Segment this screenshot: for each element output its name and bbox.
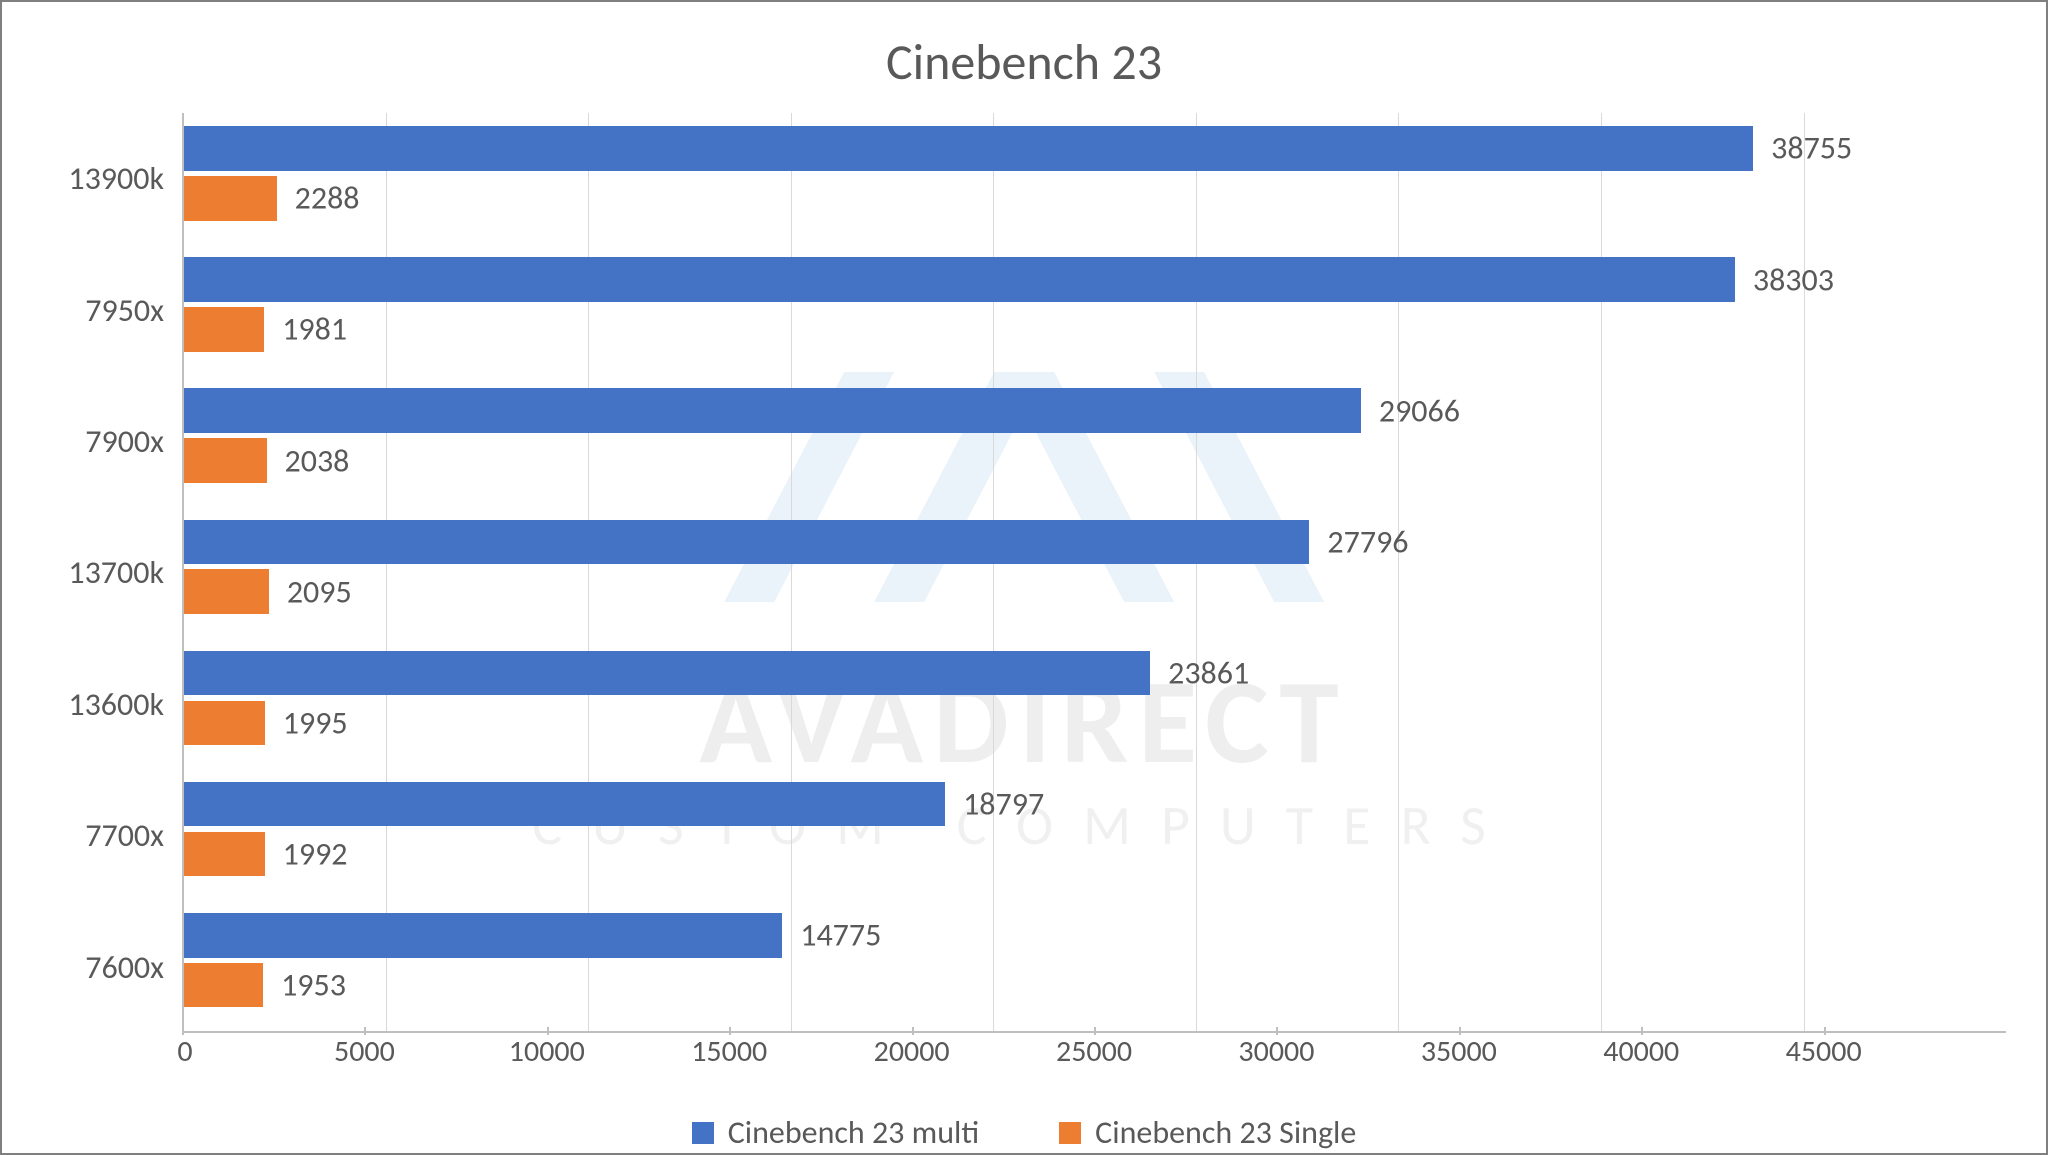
bar-single: 1992 <box>184 832 265 877</box>
bar-value-single: 2038 <box>285 441 350 480</box>
bar-group: 14775 1953 <box>184 900 2006 1031</box>
legend-swatch-multi-icon <box>692 1122 714 1144</box>
bar-value-single: 2095 <box>287 572 352 611</box>
x-axis-tick: 15000 <box>691 1033 767 1070</box>
y-axis-label: 7600x <box>42 902 182 1033</box>
x-axis-tick: 35000 <box>1421 1033 1497 1070</box>
bar-group: 38303 1981 <box>184 244 2006 375</box>
bar-value-multi: 23861 <box>1168 653 1249 692</box>
bar-group: 277962095 <box>184 506 2006 637</box>
bar-single: 1953 <box>184 963 263 1008</box>
bar-multi: 29066 <box>184 388 1361 433</box>
legend-item-multi: Cinebench 23 multi <box>692 1113 979 1152</box>
bar-single: 2038 <box>184 438 267 483</box>
x-axis-tick: 0 <box>177 1033 192 1070</box>
x-axis-tick: 40000 <box>1603 1033 1679 1070</box>
bar-value-single: 1953 <box>281 966 346 1005</box>
bar-group: 23861 1995 <box>184 638 2006 769</box>
chart-body: 13900k7950x7900x13700k13600k7700x7600x 3… <box>42 113 2006 1033</box>
bar-multi: 38755 <box>184 126 1753 171</box>
x-axis-tick: 30000 <box>1238 1033 1314 1070</box>
y-axis-label: 13700k <box>42 507 182 638</box>
y-axis-label: 7700x <box>42 770 182 901</box>
bar-value-multi: 38303 <box>1753 260 1834 299</box>
bar-value-single: 1995 <box>283 703 348 742</box>
bar-value-multi: 14775 <box>800 916 881 955</box>
bar-single: 2095 <box>184 569 269 614</box>
chart-title: Cinebench 23 <box>42 32 2006 93</box>
x-axis: 0500010000150002000025000300003500040000… <box>182 1033 2006 1073</box>
bar-single: 1995 <box>184 701 265 746</box>
bar-value-single: 1981 <box>282 310 347 349</box>
bar-multi: 14775 <box>184 913 782 958</box>
x-axis-tick: 5000 <box>334 1033 395 1070</box>
plot-area: 3875522883830319812906620382779620952386… <box>182 113 2006 1033</box>
bar-multi: 27796 <box>184 520 1309 565</box>
bar-value-multi: 18797 <box>963 785 1044 824</box>
legend-swatch-single-icon <box>1059 1122 1081 1144</box>
y-axis-label: 13900k <box>42 113 182 244</box>
bar-value-multi: 38755 <box>1771 129 1852 168</box>
bar-multi: 23861 <box>184 651 1150 696</box>
legend-label-multi: Cinebench 23 multi <box>728 1113 979 1152</box>
chart-frame: AVADIRECT CUSTOM COMPUTERS Cinebench 23 … <box>0 0 2048 1155</box>
bar-value-single: 2288 <box>295 179 360 218</box>
bar-value-multi: 29066 <box>1379 391 1460 430</box>
x-axis-tick: 45000 <box>1786 1033 1862 1070</box>
y-axis-label: 13600k <box>42 639 182 770</box>
legend: Cinebench 23 multi Cinebench 23 Single <box>42 1113 2006 1152</box>
bar-group: 29066 2038 <box>184 375 2006 506</box>
bar-group: 38755 2288 <box>184 113 2006 244</box>
legend-label-single: Cinebench 23 Single <box>1095 1113 1356 1152</box>
bar-rows: 3875522883830319812906620382779620952386… <box>184 113 2006 1031</box>
y-axis-label: 7900x <box>42 376 182 507</box>
legend-item-single: Cinebench 23 Single <box>1059 1113 1356 1152</box>
y-axis-label: 7950x <box>42 244 182 375</box>
bar-multi: 38303 <box>184 257 1735 302</box>
y-axis-labels: 13900k7950x7900x13700k13600k7700x7600x <box>42 113 182 1033</box>
bar-value-single: 1992 <box>283 834 348 873</box>
x-axis-tick: 10000 <box>509 1033 585 1070</box>
x-axis-tick: 20000 <box>874 1033 950 1070</box>
bar-single: 2288 <box>184 176 277 221</box>
bar-multi: 18797 <box>184 782 945 827</box>
x-axis-tick: 25000 <box>1056 1033 1132 1070</box>
bar-group: 18797 1992 <box>184 769 2006 900</box>
bar-value-multi: 27796 <box>1327 522 1408 561</box>
bar-single: 1981 <box>184 307 264 352</box>
